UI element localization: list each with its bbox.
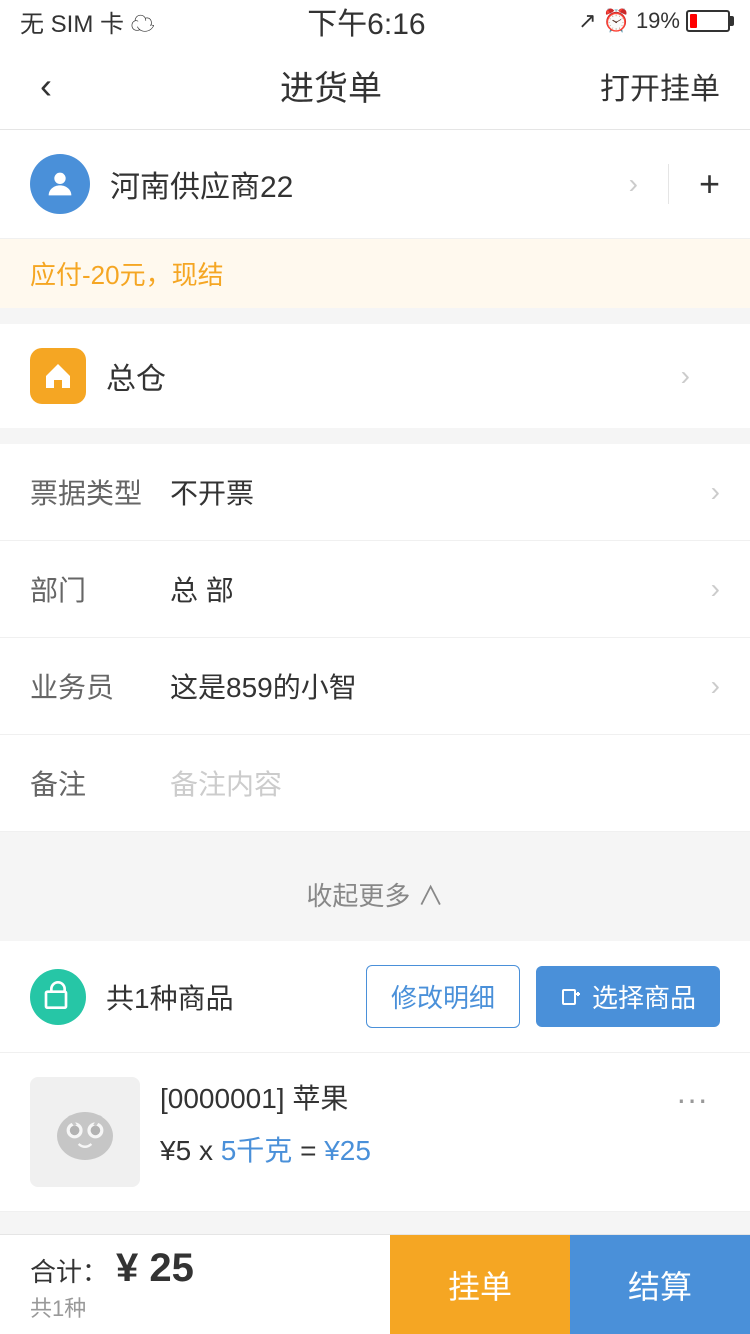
product-info: [0000001] 苹果 ¥5 x 5千克 = ¥25 [160, 1077, 664, 1169]
product-thumbnail [30, 1077, 140, 1187]
warehouse-name: 总仓 [106, 354, 681, 398]
status-bar: 无 SIM 卡 ☁ 下午6:16 ↗ ⏰ 19% [0, 0, 750, 42]
price-x: x [199, 1135, 221, 1166]
status-right: ↗ ⏰ 19% [578, 8, 730, 34]
invoice-type-chevron-icon: › [711, 476, 720, 508]
sim-label: 无 SIM 卡 ☁ [20, 4, 155, 39]
product-price: ¥5 x 5千克 = ¥25 [160, 1129, 664, 1169]
salesperson-row[interactable]: 业务员 这是859的小智 › [0, 638, 750, 735]
products-icon [30, 969, 86, 1025]
products-count: 共1种商品 [106, 977, 366, 1017]
hold-button[interactable]: 挂单 [390, 1235, 570, 1334]
select-product-label: 选择商品 [592, 978, 696, 1015]
back-button[interactable]: ‹ [30, 55, 62, 117]
invoice-type-value: 不开票 [170, 472, 711, 512]
user-icon [43, 167, 77, 201]
remark-row[interactable]: 备注 备注内容 [0, 735, 750, 832]
gps-icon: ↗ [578, 8, 596, 34]
price-value: ¥5 [160, 1135, 191, 1166]
product-more-button[interactable]: ··· [664, 1077, 720, 1122]
products-header: 共1种商品 修改明细 选择商品 [0, 941, 750, 1053]
status-time: 下午6:16 [307, 0, 425, 43]
total-label: 合计： [30, 1252, 108, 1289]
supplier-section: 河南供应商22 › + 应付-20元，现结 [0, 130, 750, 308]
divider [668, 164, 669, 204]
battery-percent: 19% [636, 8, 680, 34]
warehouse-icon [30, 348, 86, 404]
settle-button[interactable]: 结算 [570, 1235, 750, 1334]
alarm-icon: ⏰ [603, 8, 630, 34]
salesperson-label: 业务员 [30, 666, 170, 706]
supplier-chevron-icon: › [629, 168, 638, 200]
remark-label: 备注 [30, 763, 170, 803]
select-product-button[interactable]: 选择商品 [536, 966, 720, 1027]
invoice-type-label: 票据类型 [30, 472, 170, 512]
add-supplier-button[interactable]: + [699, 163, 720, 205]
department-chevron-icon: › [711, 573, 720, 605]
department-value: 总 部 [170, 569, 711, 609]
supplier-name: 河南供应商22 [110, 162, 629, 206]
owl-logo-icon [45, 1092, 125, 1172]
warehouse-section: 总仓 › [0, 324, 750, 428]
product-item: [0000001] 苹果 ¥5 x 5千克 = ¥25 ··· [0, 1053, 750, 1212]
products-section: 共1种商品 修改明细 选择商品 [0, 941, 750, 1212]
department-label: 部门 [30, 569, 170, 609]
total-value: ¥25 [324, 1135, 371, 1166]
price-equals: = [300, 1135, 324, 1166]
remark-placeholder: 备注内容 [170, 763, 720, 803]
cart-icon [42, 981, 74, 1013]
collapse-row[interactable]: 收起更多 ∧ [0, 848, 750, 941]
product-name: [0000001] 苹果 [160, 1077, 664, 1117]
bottom-bar: 合计： ¥ 25 共1种 挂单 结算 [0, 1234, 750, 1334]
payment-alert: 应付-20元，现结 [0, 239, 750, 308]
supplier-avatar [30, 154, 90, 214]
total-sub: 共1种 [30, 1291, 360, 1323]
house-icon [42, 360, 74, 392]
total-area: 合计： ¥ 25 共1种 [0, 1235, 390, 1334]
department-row[interactable]: 部门 总 部 › [0, 541, 750, 638]
battery-fill [690, 14, 697, 28]
collapse-label: 收起更多 ∧ [306, 876, 443, 913]
total-amount: ¥ 25 [116, 1246, 194, 1291]
warehouse-chevron-icon: › [681, 360, 690, 392]
open-hold-button[interactable]: 打开挂单 [600, 64, 720, 108]
supplier-row[interactable]: 河南供应商22 › + [0, 130, 750, 239]
quantity-value: 5千克 [221, 1135, 293, 1166]
battery-icon [686, 10, 730, 32]
salesperson-value: 这是859的小智 [170, 666, 711, 706]
status-left: 无 SIM 卡 ☁ [20, 4, 155, 39]
edit-detail-button[interactable]: 修改明细 [366, 965, 520, 1028]
total-row: 合计： ¥ 25 [30, 1246, 360, 1291]
invoice-type-row[interactable]: 票据类型 不开票 › [0, 444, 750, 541]
main-content: 河南供应商22 › + 应付-20元，现结 总仓 › 票据类型 不开票 › 部门… [0, 130, 750, 1328]
page-title: 进货单 [280, 61, 382, 110]
nav-bar: ‹ 进货单 打开挂单 [0, 42, 750, 130]
warehouse-row[interactable]: 总仓 › [0, 324, 750, 428]
salesperson-chevron-icon: › [711, 670, 720, 702]
select-icon [560, 985, 584, 1009]
form-section: 票据类型 不开票 › 部门 总 部 › 业务员 这是859的小智 › 备注 备注… [0, 444, 750, 832]
